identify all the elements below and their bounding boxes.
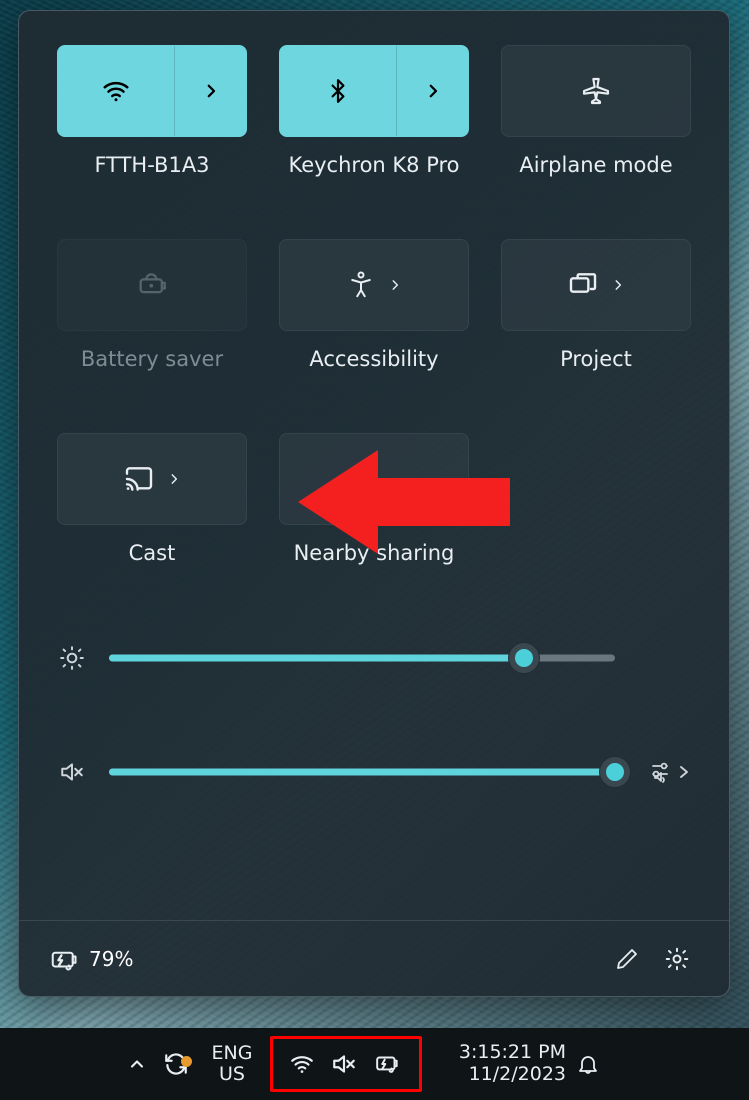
wifi-label: FTTH-B1A3 [94, 153, 209, 177]
cast-tile[interactable] [57, 433, 247, 525]
bluetooth-expand[interactable] [396, 46, 468, 136]
wifi-tile[interactable] [57, 45, 247, 137]
tile-wrap-a11y: Accessibility [279, 239, 469, 371]
wifi-icon [101, 76, 131, 106]
airplane-icon [580, 75, 612, 107]
bluetooth-label: Keychron K8 Pro [288, 153, 459, 177]
project-tile[interactable] [501, 239, 691, 331]
accessibility-icon [346, 270, 376, 300]
accessibility-label: Accessibility [309, 347, 438, 371]
battery-pct: 79% [89, 947, 133, 971]
quick-settings-grid: FTTH-B1A3 Keychron K8 Pro [57, 45, 691, 565]
battery-status[interactable]: 79% [49, 944, 133, 974]
tile-wrap-battsaver: Battery saver [57, 239, 247, 371]
volume-row [57, 759, 691, 785]
update-pending-badge [181, 1056, 192, 1067]
brightness-icon [57, 645, 87, 671]
airplane-label: Airplane mode [519, 153, 672, 177]
battery-saver-tile [57, 239, 247, 331]
gear-icon [664, 946, 690, 972]
audio-output-button[interactable] [637, 759, 691, 785]
accessibility-tile[interactable] [279, 239, 469, 331]
battery-charging-icon [49, 944, 79, 974]
pencil-icon [615, 947, 639, 971]
battery-saver-icon [135, 268, 169, 302]
cast-label: Cast [129, 541, 176, 565]
settings-button[interactable] [655, 937, 699, 981]
brightness-slider[interactable] [109, 648, 615, 668]
volume-mute-icon [57, 759, 87, 785]
notifications-button[interactable] [566, 1052, 610, 1076]
chevron-right-icon [388, 278, 402, 292]
bluetooth-icon [325, 78, 351, 104]
panel-footer: 79% [19, 920, 729, 996]
lang-top: ENG [212, 1043, 253, 1064]
tile-wrap-bluetooth: Keychron K8 Pro [279, 45, 469, 177]
chevron-right-icon [611, 278, 625, 292]
cast-icon [123, 463, 155, 495]
overflow-chevron[interactable] [120, 1054, 154, 1074]
tray-volume-mute-icon [331, 1051, 357, 1077]
tray-battery-icon [373, 1051, 403, 1077]
chevron-right-icon [167, 472, 181, 486]
nearby-sharing-tile[interactable] [279, 433, 469, 525]
taskbar: ENG US 3:15:21 PM 11/2/2023 [0, 1028, 749, 1100]
clock[interactable]: 3:15:21 PM 11/2/2023 [426, 1042, 566, 1086]
chevron-right-icon [202, 82, 220, 100]
nearby-sharing-label: Nearby sharing [294, 541, 455, 565]
tile-wrap-project: Project [501, 239, 691, 371]
sliders-section [57, 645, 691, 785]
project-label: Project [560, 347, 632, 371]
windows-update-icon[interactable] [154, 1051, 198, 1077]
date-text: 11/2/2023 [469, 1064, 566, 1086]
brightness-row [57, 645, 691, 671]
time-text: 3:15:21 PM [459, 1042, 566, 1064]
language-indicator[interactable]: ENG US [198, 1043, 266, 1085]
system-tray-highlight[interactable] [270, 1036, 422, 1092]
lang-bottom: US [219, 1064, 245, 1085]
project-icon [567, 269, 599, 301]
tile-wrap-wifi: FTTH-B1A3 [57, 45, 247, 177]
wifi-expand[interactable] [174, 46, 246, 136]
tile-wrap-airplane: Airplane mode [501, 45, 691, 177]
tile-wrap-cast: Cast [57, 433, 247, 565]
edit-quick-settings-button[interactable] [605, 937, 649, 981]
airplane-tile[interactable] [501, 45, 691, 137]
bluetooth-tile[interactable] [279, 45, 469, 137]
tray-wifi-icon [289, 1051, 315, 1077]
wifi-toggle[interactable] [58, 46, 174, 136]
battery-saver-label: Battery saver [81, 347, 223, 371]
volume-slider[interactable] [109, 762, 615, 782]
quick-settings-panel: FTTH-B1A3 Keychron K8 Pro [18, 10, 730, 997]
bluetooth-toggle[interactable] [280, 46, 396, 136]
chevron-right-icon [424, 82, 442, 100]
tile-wrap-nearby: Nearby sharing [279, 433, 469, 565]
